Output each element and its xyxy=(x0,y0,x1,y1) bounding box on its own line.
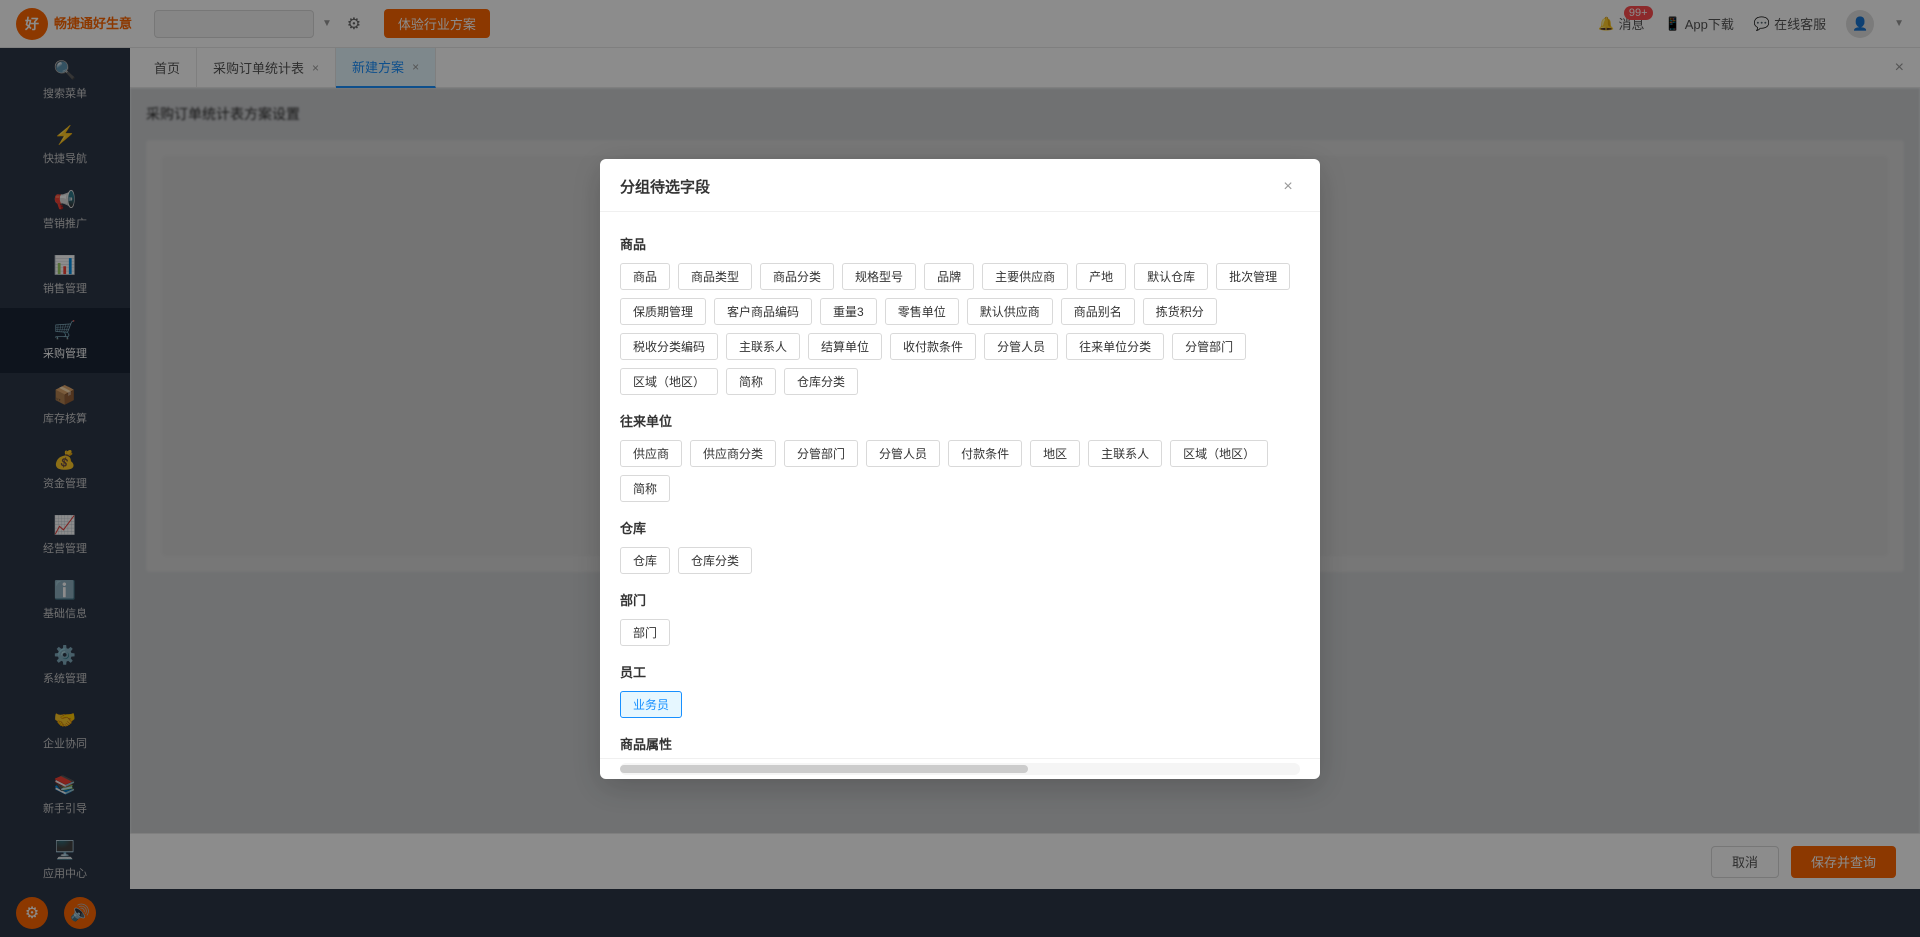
field-tag-1-3[interactable]: 分管人员 xyxy=(866,440,940,467)
field-tag-0-1[interactable]: 商品类型 xyxy=(678,263,752,290)
field-tag-3-0[interactable]: 部门 xyxy=(620,619,670,646)
section-title-2: 仓库 xyxy=(620,518,1300,537)
field-tag-0-15[interactable]: 拣货积分 xyxy=(1143,298,1217,325)
field-tag-0-16[interactable]: 税收分类编码 xyxy=(620,333,718,360)
field-tag-0-2[interactable]: 商品分类 xyxy=(760,263,834,290)
field-tag-2-1[interactable]: 仓库分类 xyxy=(678,547,752,574)
field-tag-1-0[interactable]: 供应商 xyxy=(620,440,682,467)
field-tag-0-20[interactable]: 分管人员 xyxy=(984,333,1058,360)
h-scroll-track xyxy=(620,763,1300,775)
field-tag-1-8[interactable]: 简称 xyxy=(620,475,670,502)
field-tag-0-11[interactable]: 重量3 xyxy=(820,298,877,325)
field-grid-2: 仓库仓库分类 xyxy=(620,547,1300,574)
field-tag-0-6[interactable]: 产地 xyxy=(1076,263,1126,290)
field-grid-4: 业务员 xyxy=(620,691,1300,718)
section-title-1: 往来单位 xyxy=(620,411,1300,430)
section-title-5: 商品属性 xyxy=(620,734,1300,753)
field-tag-4-0[interactable]: 业务员 xyxy=(620,691,682,718)
modal-body[interactable]: 商品商品商品类型商品分类规格型号品牌主要供应商产地默认仓库批次管理保质期管理客户… xyxy=(600,212,1320,758)
field-tag-0-23[interactable]: 区域（地区） xyxy=(620,368,718,395)
field-tag-1-5[interactable]: 地区 xyxy=(1030,440,1080,467)
field-tag-0-14[interactable]: 商品别名 xyxy=(1061,298,1135,325)
modal-horizontal-scrollbar[interactable] xyxy=(600,758,1320,779)
field-grid-0: 商品商品类型商品分类规格型号品牌主要供应商产地默认仓库批次管理保质期管理客户商品… xyxy=(620,263,1300,395)
field-tag-0-24[interactable]: 简称 xyxy=(726,368,776,395)
field-grid-3: 部门 xyxy=(620,619,1300,646)
field-tag-0-18[interactable]: 结算单位 xyxy=(808,333,882,360)
field-tag-0-22[interactable]: 分管部门 xyxy=(1172,333,1246,360)
field-tag-0-7[interactable]: 默认仓库 xyxy=(1134,263,1208,290)
modal-title: 分组待选字段 xyxy=(620,176,710,197)
modal-dialog: 分组待选字段 × 商品商品商品类型商品分类规格型号品牌主要供应商产地默认仓库批次… xyxy=(600,159,1320,779)
h-scroll-thumb xyxy=(620,765,1028,773)
field-tag-0-5[interactable]: 主要供应商 xyxy=(982,263,1068,290)
field-tag-0-12[interactable]: 零售单位 xyxy=(885,298,959,325)
field-tag-0-10[interactable]: 客户商品编码 xyxy=(714,298,812,325)
field-tag-1-6[interactable]: 主联系人 xyxy=(1088,440,1162,467)
section-title-3: 部门 xyxy=(620,590,1300,609)
field-tag-0-25[interactable]: 仓库分类 xyxy=(784,368,858,395)
field-tag-0-13[interactable]: 默认供应商 xyxy=(967,298,1053,325)
field-tag-0-8[interactable]: 批次管理 xyxy=(1216,263,1290,290)
modal-close-button[interactable]: × xyxy=(1276,175,1300,199)
field-tag-1-7[interactable]: 区域（地区） xyxy=(1170,440,1268,467)
field-tag-0-17[interactable]: 主联系人 xyxy=(726,333,800,360)
field-tag-0-19[interactable]: 收付款条件 xyxy=(890,333,976,360)
field-tag-0-21[interactable]: 往来单位分类 xyxy=(1066,333,1164,360)
field-tag-1-4[interactable]: 付款条件 xyxy=(948,440,1022,467)
field-tag-1-2[interactable]: 分管部门 xyxy=(784,440,858,467)
field-tag-0-4[interactable]: 品牌 xyxy=(924,263,974,290)
field-tag-0-9[interactable]: 保质期管理 xyxy=(620,298,706,325)
field-grid-1: 供应商供应商分类分管部门分管人员付款条件地区主联系人区域（地区） 简称 xyxy=(620,440,1300,502)
field-tag-1-1[interactable]: 供应商分类 xyxy=(690,440,776,467)
section-title-4: 员工 xyxy=(620,662,1300,681)
field-tag-0-3[interactable]: 规格型号 xyxy=(842,263,916,290)
field-tag-0-0[interactable]: 商品 xyxy=(620,263,670,290)
modal-overlay[interactable]: 分组待选字段 × 商品商品商品类型商品分类规格型号品牌主要供应商产地默认仓库批次… xyxy=(0,0,1920,937)
field-tag-2-0[interactable]: 仓库 xyxy=(620,547,670,574)
section-title-0: 商品 xyxy=(620,234,1300,253)
modal-header: 分组待选字段 × xyxy=(600,159,1320,212)
